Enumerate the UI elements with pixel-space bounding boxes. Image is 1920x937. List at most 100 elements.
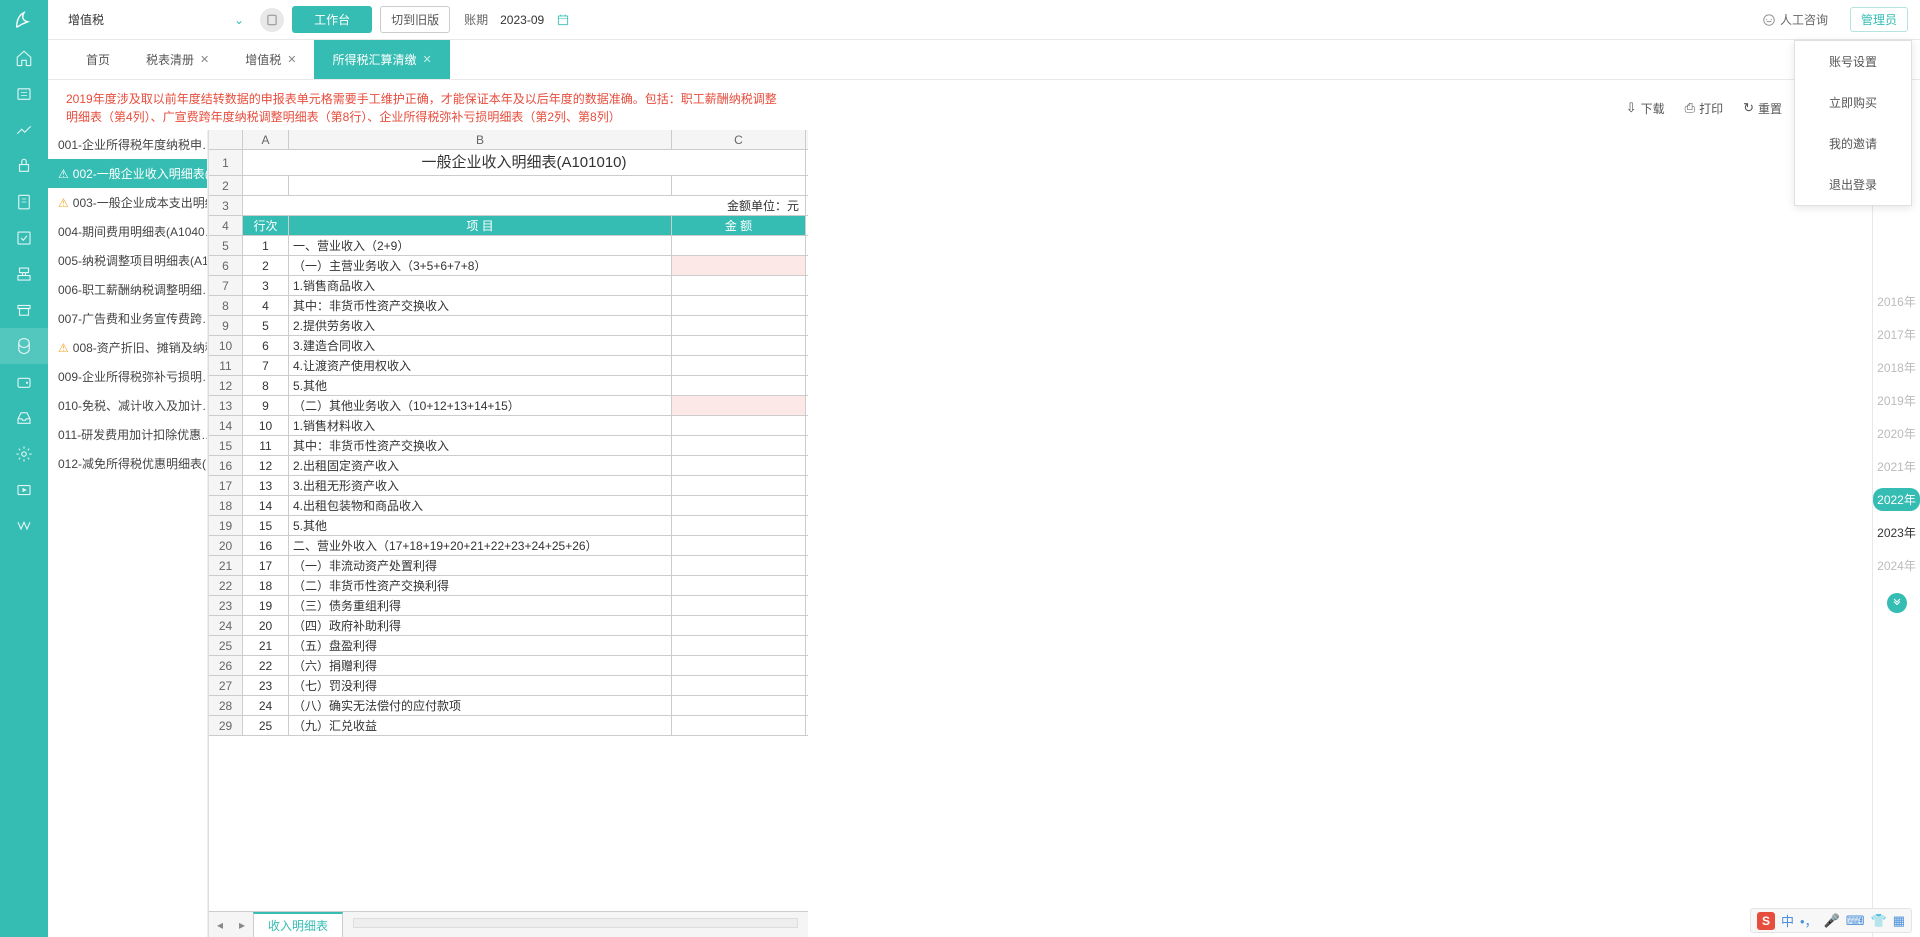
row-number[interactable]: 23 [209,596,243,615]
cell-amount[interactable] [672,316,806,335]
nav-video-icon[interactable] [0,472,48,508]
cell-item[interactable]: 4.出租包装物和商品收入 [289,496,672,515]
row-number[interactable]: 20 [209,536,243,555]
reset-button[interactable]: ↻重置 [1743,100,1782,117]
cell-rownum[interactable]: 22 [243,656,289,675]
formnav-item[interactable]: 009-企业所得税弥补亏损明… [48,362,207,391]
cell-rownum[interactable]: 7 [243,356,289,375]
nav-vip-icon[interactable] [0,508,48,544]
cell-item[interactable]: 4.让渡资产使用权收入 [289,356,672,375]
cell-rownum[interactable]: 10 [243,416,289,435]
ime-keyboard-icon[interactable]: ⌨ [1846,913,1865,929]
row-number[interactable]: 16 [209,456,243,475]
dropdown-my-invite[interactable]: 我的邀请 [1795,123,1911,164]
row-number[interactable]: 21 [209,556,243,575]
cell-rownum[interactable]: 9 [243,396,289,415]
cell-amount[interactable] [672,256,806,275]
nav-funds-icon[interactable] [0,148,48,184]
cell-item[interactable]: （五）盘盈利得 [289,636,672,655]
close-icon[interactable]: ✕ [200,53,209,66]
cell-rownum[interactable]: 1 [243,236,289,255]
cell-item[interactable]: （一）非流动资产处置利得 [289,556,672,575]
row-number[interactable]: 28 [209,696,243,715]
cell-rownum[interactable]: 16 [243,536,289,555]
formnav-item[interactable]: 007-广告费和业务宣传费跨… [48,304,207,333]
cell-amount[interactable] [672,556,806,575]
nav-report-icon[interactable] [0,184,48,220]
tab-income-tax[interactable]: 所得税汇算清缴✕ [314,40,449,79]
year-item[interactable]: 2023年 [1873,521,1920,544]
row-number[interactable]: 13 [209,396,243,415]
cell-item[interactable]: 1.销售商品收入 [289,276,672,295]
close-icon[interactable]: ✕ [423,53,432,66]
nav-inbox-icon[interactable] [0,400,48,436]
cell-amount[interactable] [672,496,806,515]
tab-tax-list[interactable]: 税表清册✕ [128,40,227,79]
cell-item[interactable]: （七）罚没利得 [289,676,672,695]
cell-amount[interactable] [672,716,806,735]
ime-lang[interactable]: 中 [1781,911,1794,930]
formnav-item[interactable]: 010-免税、减计收入及加计… [48,391,207,420]
cell-rownum[interactable]: 25 [243,716,289,735]
row-number[interactable]: 12 [209,376,243,395]
row-number[interactable]: 18 [209,496,243,515]
cell-amount[interactable] [672,596,806,615]
sheet-next-icon[interactable]: ▸ [231,918,253,932]
download-button[interactable]: ⇩下载 [1626,100,1665,117]
cell-rownum[interactable]: 17 [243,556,289,575]
cell-rownum[interactable]: 18 [243,576,289,595]
cell-amount[interactable] [672,236,806,255]
row-number[interactable]: 6 [209,256,243,275]
workbench-button[interactable]: 工作台 [292,6,372,33]
cell-item[interactable]: （九）汇兑收益 [289,716,672,735]
cell-amount[interactable] [672,516,806,535]
row-number[interactable]: 10 [209,336,243,355]
cell-item[interactable]: 2.提供劳务收入 [289,316,672,335]
formnav-item[interactable]: 012-减免所得税优惠明细表(… [48,449,207,478]
nav-chart-icon[interactable] [0,112,48,148]
cell-rownum[interactable]: 19 [243,596,289,615]
row-number[interactable]: 17 [209,476,243,495]
admin-button[interactable]: 管理员 [1850,7,1908,32]
cell-amount[interactable] [672,396,806,415]
nav-settings-icon[interactable] [0,436,48,472]
cell-amount[interactable] [672,536,806,555]
row-number[interactable]: 26 [209,656,243,675]
cell-rownum[interactable]: 6 [243,336,289,355]
select-all-corner[interactable] [209,130,243,149]
tab-home[interactable]: 首页 [68,40,128,79]
nav-archive-icon[interactable] [0,292,48,328]
formnav-item[interactable]: ⚠008-资产折旧、摊销及纳税… [48,333,207,362]
nav-audit-icon[interactable] [0,220,48,256]
calendar-icon[interactable] [556,13,570,27]
app-logo[interactable] [0,0,48,40]
cell-rownum[interactable]: 20 [243,616,289,635]
cell-amount[interactable] [672,696,806,715]
row-number[interactable]: 19 [209,516,243,535]
row-number[interactable]: 27 [209,676,243,695]
row-number[interactable]: 22 [209,576,243,595]
formnav-item[interactable]: 004-期间费用明细表(A1040… [48,217,207,246]
cell-item[interactable]: （六）捐赠利得 [289,656,672,675]
sheet-tab[interactable]: 收入明细表 [253,912,343,937]
cell-rownum[interactable]: 21 [243,636,289,655]
dropdown-buy-now[interactable]: 立即购买 [1795,82,1911,123]
year-item[interactable]: 2020年 [1873,422,1920,445]
cell-amount[interactable] [672,336,806,355]
cell-amount[interactable] [672,636,806,655]
year-item[interactable]: 2024年 [1873,554,1920,577]
tab-vat[interactable]: 增值税✕ [227,40,314,79]
cell-amount[interactable] [672,616,806,635]
row-number[interactable]: 7 [209,276,243,295]
cell-item[interactable]: 5.其他 [289,376,672,395]
cell-item[interactable]: （二）其他业务收入（10+12+13+14+15） [289,396,672,415]
cell-item[interactable]: （二）非货币性资产交换利得 [289,576,672,595]
cell-rownum[interactable]: 3 [243,276,289,295]
cell-rownum[interactable]: 11 [243,436,289,455]
cell-item[interactable]: 其中：非货币性资产交换收入 [289,296,672,315]
formnav-item[interactable]: ⚠002-一般企业收入明细表(A1… [48,159,207,188]
year-item[interactable]: 2016年 [1873,290,1920,313]
year-item[interactable]: 2021年 [1873,455,1920,478]
row-number[interactable]: 29 [209,716,243,735]
ime-mic-icon[interactable]: 🎤 [1824,913,1840,929]
